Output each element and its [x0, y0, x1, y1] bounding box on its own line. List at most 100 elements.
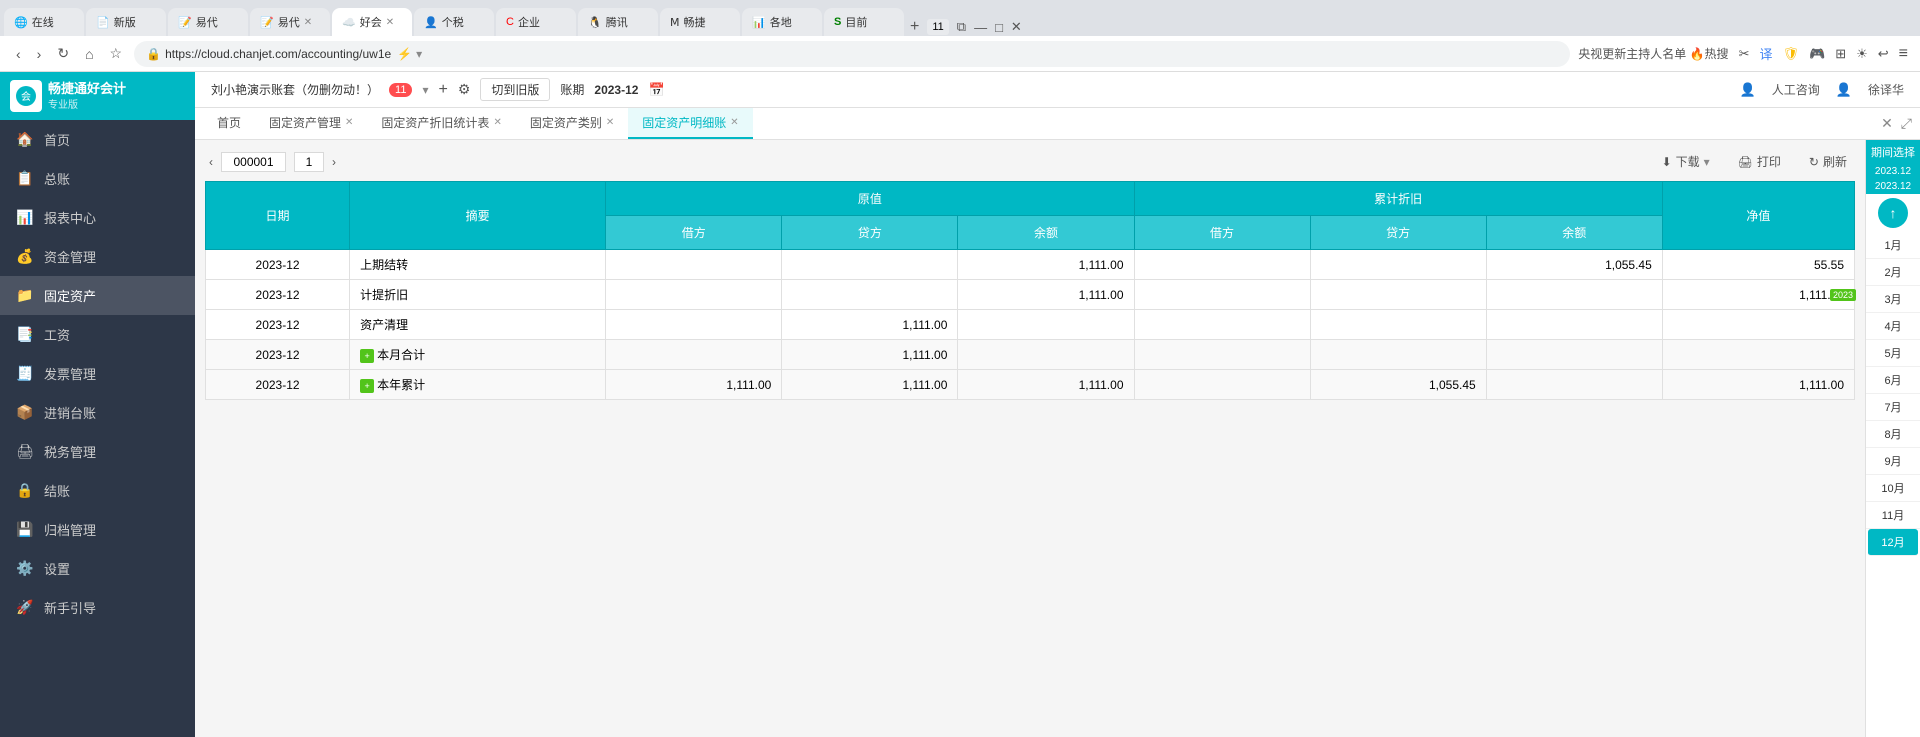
- tab-home[interactable]: 首页: [203, 108, 255, 139]
- cell-orig-debit-4: 1,111.00: [606, 370, 782, 400]
- sidebar-item-reports[interactable]: 📊 报表中心: [0, 198, 195, 237]
- sidebar-item-archive[interactable]: 💾 归档管理: [0, 510, 195, 549]
- tab-favicon-2: 📝: [178, 16, 192, 29]
- tab-close-detail[interactable]: ✕: [730, 117, 738, 128]
- month-item-1[interactable]: 1月: [1866, 232, 1920, 259]
- svg-text:会: 会: [21, 90, 31, 103]
- cell-net-3: [1662, 340, 1854, 370]
- tab-close-category[interactable]: ✕: [606, 117, 614, 128]
- sidebar-item-tax[interactable]: 🖨 税务管理: [0, 432, 195, 471]
- tab-asset-category[interactable]: 固定资产类别 ✕: [516, 108, 628, 139]
- month-item-3[interactable]: 3月: [1866, 286, 1920, 313]
- sidebar-item-funds[interactable]: 💰 资金管理: [0, 237, 195, 276]
- refresh-label: 刷新: [1823, 153, 1847, 170]
- restore-window-icon[interactable]: ⧉: [957, 19, 966, 35]
- browser-tab-9[interactable]: 📊 各地: [742, 8, 822, 36]
- sidebar-item-ledger[interactable]: 📋 总账: [0, 159, 195, 198]
- add-company-button[interactable]: +: [438, 81, 447, 99]
- tab-close-4[interactable]: ✕: [386, 17, 394, 28]
- cut-icon[interactable]: ✂: [1739, 46, 1750, 62]
- tab-asset-detail[interactable]: 固定资产明细账 ✕: [628, 108, 752, 139]
- browser-tab-4[interactable]: ☁️ 好会 ✕: [332, 8, 412, 36]
- ai-service-label[interactable]: 人工咨询: [1772, 81, 1820, 98]
- sidebar-item-payroll[interactable]: 📑 工资: [0, 315, 195, 354]
- page-number-input[interactable]: [294, 152, 324, 172]
- tab-close-fa-mgmt[interactable]: ✕: [345, 117, 353, 128]
- browser-tab-0[interactable]: 🌐 在线: [4, 8, 84, 36]
- calendar-icon[interactable]: 📅: [648, 82, 664, 98]
- sidebar-item-settings[interactable]: ⚙️ 设置: [0, 549, 195, 588]
- month-item-10[interactable]: 10月: [1866, 475, 1920, 502]
- settings-gear-icon[interactable]: ⚙: [458, 81, 471, 98]
- sidebar-item-fixed-assets[interactable]: 📁 固定资产: [0, 276, 195, 315]
- dropdown-arrow[interactable]: ▾: [416, 47, 422, 61]
- sidebar-item-home[interactable]: 🏠 首页: [0, 120, 195, 159]
- browser-tab-7[interactable]: 🐧 腾讯: [578, 8, 658, 36]
- tab-close-3[interactable]: ✕: [304, 17, 312, 28]
- month-item-2[interactable]: 2月: [1866, 259, 1920, 286]
- maximize-icon[interactable]: □: [995, 20, 1003, 35]
- month-item-8[interactable]: 8月: [1866, 421, 1920, 448]
- month-item-11[interactable]: 11月: [1866, 502, 1920, 529]
- shield-icon[interactable]: 🛡: [1782, 46, 1799, 62]
- game-icon[interactable]: 🎮: [1809, 46, 1825, 62]
- asset-code-input[interactable]: [221, 152, 286, 172]
- scroll-up-button[interactable]: ↑: [1878, 198, 1908, 228]
- sidebar-header: 会 畅捷通好会计 专业版: [0, 72, 195, 120]
- sidebar-item-purchase-sales[interactable]: 📦 进销台账: [0, 393, 195, 432]
- dropdown-arrow-company[interactable]: ▾: [422, 83, 428, 97]
- download-dropdown-icon[interactable]: ▾: [1704, 155, 1710, 169]
- cell-orig-debit-3: [606, 340, 782, 370]
- browser-tab-8[interactable]: Ⅿ 畅捷: [660, 8, 740, 36]
- forward-button[interactable]: ›: [33, 44, 46, 64]
- notification-badge[interactable]: 11: [389, 83, 412, 97]
- month-item-7[interactable]: 7月: [1866, 394, 1920, 421]
- month-item-4[interactable]: 4月: [1866, 313, 1920, 340]
- new-tab-button[interactable]: +: [910, 18, 919, 36]
- minimize-icon[interactable]: —: [974, 20, 987, 35]
- next-page-button[interactable]: ›: [328, 153, 340, 171]
- tab-favicon-8: Ⅿ: [670, 16, 680, 29]
- url-bar[interactable]: 🔒 https://cloud.chanjet.com/accounting/u…: [134, 41, 1570, 67]
- brightness-icon[interactable]: ☀: [1856, 46, 1868, 62]
- expand-panel-button[interactable]: ⤢: [1901, 115, 1912, 132]
- browser-tab-3[interactable]: 📝 易代 ✕: [250, 8, 330, 36]
- cell-dep-balance-4: [1486, 370, 1662, 400]
- browser-tab-1[interactable]: 📄 新版: [86, 8, 166, 36]
- translate-icon[interactable]: 译: [1759, 44, 1772, 63]
- sidebar-item-closing[interactable]: 🔒 结账: [0, 471, 195, 510]
- table-row: 2023-12 +本年累计 1,111.00 1,111.00 1,111.00…: [206, 370, 1855, 400]
- reload-button[interactable]: ↻: [53, 43, 73, 64]
- month-item-9[interactable]: 9月: [1866, 448, 1920, 475]
- col-header-depreciation: 累计折旧: [1134, 182, 1662, 216]
- tab-fixed-assets-mgmt[interactable]: 固定资产管理 ✕: [255, 108, 367, 139]
- tab-close-dep-stats[interactable]: ✕: [493, 117, 501, 128]
- back-button[interactable]: ‹: [12, 44, 25, 64]
- menu-icon[interactable]: ≡: [1899, 45, 1908, 63]
- sidebar-item-guide[interactable]: 🚀 新手引导: [0, 588, 195, 627]
- browser-tab-2[interactable]: 📝 易代: [168, 8, 248, 36]
- cell-net-1: 1,111.00 2023: [1662, 280, 1854, 310]
- close-browser-icon[interactable]: ✕: [1011, 19, 1022, 35]
- month-item-12[interactable]: 12月: [1868, 529, 1918, 556]
- browser-tab-10[interactable]: S 目前: [824, 8, 904, 36]
- month-item-5[interactable]: 5月: [1866, 340, 1920, 367]
- sidebar-item-invoices[interactable]: 🧾 发票管理: [0, 354, 195, 393]
- month-item-6[interactable]: 6月: [1866, 367, 1920, 394]
- collapse-panel-button[interactable]: ✕: [1881, 115, 1893, 132]
- prev-page-button[interactable]: ‹: [205, 153, 217, 171]
- period-selector-header: 期间选择: [1866, 140, 1920, 164]
- grid-icon[interactable]: ⊞: [1835, 46, 1846, 62]
- browser-tab-6[interactable]: C 企业: [496, 8, 576, 36]
- sidebar: 会 畅捷通好会计 专业版 🏠 首页 📋 总账 📊 报表中心 💰 资金管理: [0, 72, 195, 737]
- undo-icon[interactable]: ↩: [1878, 46, 1889, 62]
- tab-depreciation-stats[interactable]: 固定资产折旧统计表 ✕: [367, 108, 515, 139]
- home-button[interactable]: ⌂: [81, 44, 97, 64]
- bookmark-button[interactable]: ☆: [106, 43, 127, 64]
- refresh-button[interactable]: ↻ 刷新: [1801, 150, 1855, 173]
- switch-version-button[interactable]: 切到旧版: [480, 78, 550, 101]
- browser-tab-5[interactable]: 👤 个税: [414, 8, 494, 36]
- download-button[interactable]: ⬇ 下载 ▾: [1654, 150, 1718, 173]
- print-button[interactable]: 🖨 打印: [1730, 150, 1789, 173]
- print-icon: 🖨: [1738, 155, 1753, 169]
